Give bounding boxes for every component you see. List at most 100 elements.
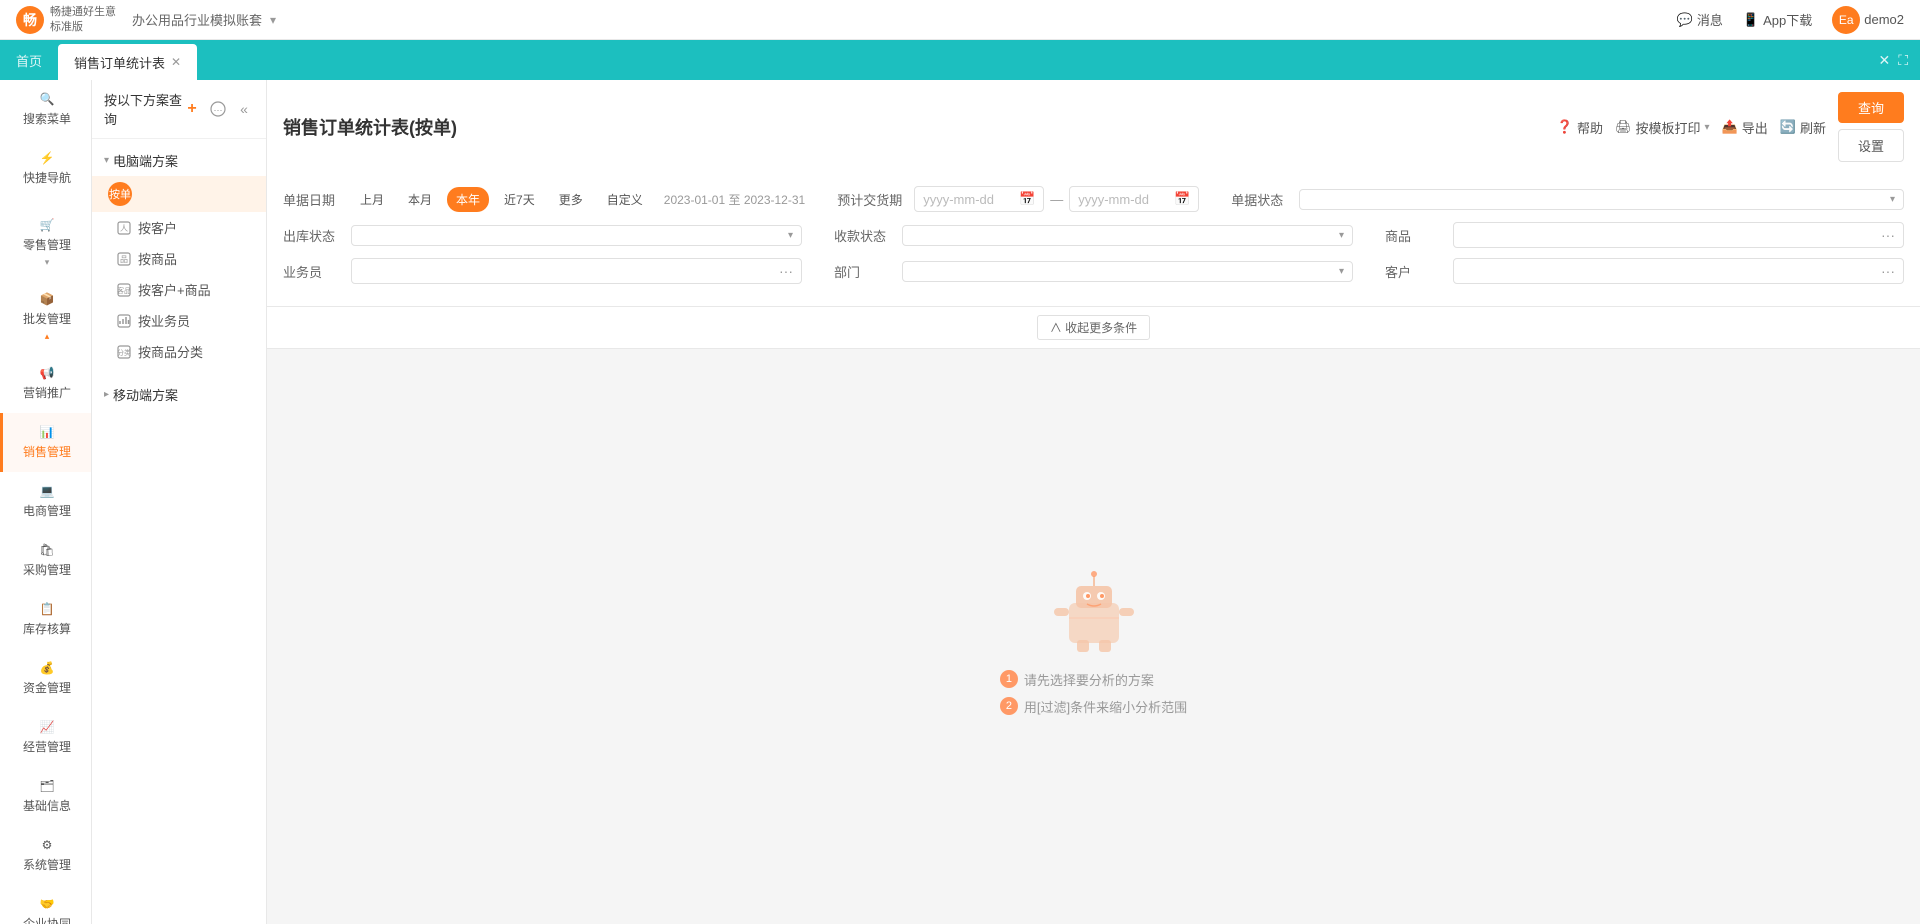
expected-date-to-input[interactable]: yyyy-mm-dd 📅 [1069, 186, 1199, 212]
sidebar-marketing-label: 营销推广 [23, 384, 71, 401]
action-buttons: 查询 设置 [1838, 92, 1904, 162]
tab-close-window-icon[interactable]: ✕ [1878, 52, 1890, 69]
customer-ellipsis-icon[interactable]: ··· [1881, 263, 1895, 279]
sidebar-item-search[interactable]: 🔍 搜索菜单 [0, 80, 91, 139]
mobile-section-arrow-icon: ▸ [104, 389, 109, 400]
query-button[interactable]: 查询 [1838, 92, 1904, 123]
product-ellipsis-icon[interactable]: ··· [1881, 227, 1895, 243]
dept-select[interactable]: ▾ [902, 261, 1353, 282]
message-button[interactable]: 💬 消息 [1677, 10, 1723, 29]
sidebar-item-quick-nav[interactable]: ⚡ 快捷导航 [0, 139, 91, 198]
logo-icon: 畅 [16, 6, 44, 34]
scheme-panel-actions: + ⋯ « [182, 99, 254, 119]
status-select[interactable]: ▾ [1299, 189, 1904, 210]
tab-close-icon[interactable]: ✕ [171, 55, 181, 69]
sales-icon: 📊 [40, 425, 55, 439]
filter-row-3: 业务员 ··· 部门 ▾ 客户 ··· [283, 258, 1904, 284]
sidebar-item-retail[interactable]: 🛒 零售管理 ▾ [0, 206, 91, 280]
refresh-button[interactable]: 🔄 刷新 [1780, 118, 1826, 137]
collapse-button[interactable]: ∧ 收起更多条件 [1037, 315, 1150, 340]
by-product-label: 按商品 [138, 249, 177, 268]
product-select[interactable]: ··· [1453, 222, 1904, 248]
operation-icon: 📈 [40, 720, 55, 734]
pc-section-arrow-icon: ▾ [104, 155, 109, 166]
by-customer-product-icon: 客品 [116, 282, 132, 298]
template-print-button[interactable]: 🖨 按模板打印 ▾ [1615, 118, 1710, 137]
ship-status-select[interactable]: ▾ [351, 225, 802, 246]
more-btn[interactable]: 更多 [550, 187, 592, 212]
scheme-collapse-button[interactable]: « [234, 99, 254, 119]
by-product-category-label: 按商品分类 [138, 342, 203, 361]
expected-date-from-input[interactable]: yyyy-mm-dd 📅 [914, 186, 1044, 212]
scheme-item-by-product-category[interactable]: 分类 按商品分类 [92, 336, 266, 367]
inventory-icon: 📋 [40, 602, 55, 616]
sidebar-search-label: 搜索菜单 [23, 110, 71, 127]
custom-btn[interactable]: 自定义 [598, 187, 652, 212]
sidebar-item-wholesale[interactable]: 📦 批发管理 ▴ [0, 280, 91, 354]
help-button[interactable]: ❓ 帮助 [1557, 118, 1603, 137]
sidebar-wholesale-label: 批发管理 [23, 310, 71, 327]
help-icon: ❓ [1557, 119, 1573, 135]
sidebar-enterprise-label: 企业协同 [23, 915, 71, 924]
collapse-bar[interactable]: ∧ 收起更多条件 [267, 307, 1920, 349]
app-download-button[interactable]: 📱 App下载 [1743, 10, 1812, 29]
scheme-section-header-pc[interactable]: ▾ 电脑端方案 [92, 145, 266, 176]
basic-icon: 🗂 [39, 779, 54, 793]
this-year-btn[interactable]: 本年 [447, 187, 489, 212]
last-7days-btn[interactable]: 近7天 [495, 187, 544, 212]
tab-home[interactable]: 首页 [0, 40, 58, 80]
last-month-btn[interactable]: 上月 [351, 187, 393, 212]
settings-button[interactable]: 设置 [1838, 129, 1904, 162]
scheme-edit-button[interactable]: ⋯ [208, 99, 228, 119]
user-area[interactable]: Ea demo2 [1832, 6, 1904, 34]
scheme-item-by-order[interactable]: 按单 [92, 176, 266, 212]
sidebar-item-operation[interactable]: 📈 经营管理 [0, 708, 91, 767]
scheme-add-button[interactable]: + [182, 99, 202, 119]
empty-hint-2: 2 用[过滤]条件来缩小分析范围 [1000, 697, 1187, 716]
system-icon: ⚙ [42, 838, 53, 852]
date-from-placeholder: yyyy-mm-dd [923, 192, 994, 207]
edit-icon: ⋯ [210, 101, 226, 117]
date-filter: 上月 本月 本年 近7天 更多 自定义 [351, 187, 652, 212]
tab-order-stat-label: 销售订单统计表 [74, 53, 165, 72]
sidebar-item-basic[interactable]: 🗂 基础信息 [0, 767, 91, 826]
this-month-btn[interactable]: 本月 [399, 187, 441, 212]
sidebar-item-ecommerce[interactable]: 💻 电商管理 [0, 472, 91, 531]
sidebar-ecommerce-label: 电商管理 [23, 502, 71, 519]
sidebar-item-system[interactable]: ⚙ 系统管理 [0, 826, 91, 885]
sidebar-item-sales[interactable]: 📊 销售管理 [0, 413, 91, 472]
scheme-item-by-customer[interactable]: 人 按客户 [92, 212, 266, 243]
sidebar-operation-label: 经营管理 [23, 738, 71, 755]
status-arrow-icon: ▾ [1890, 194, 1895, 205]
phone-icon: 📱 [1743, 12, 1759, 28]
scheme-section-header-mobile[interactable]: ▸ 移动端方案 [92, 379, 266, 410]
expected-date-label: 预计交货期 [837, 190, 902, 209]
customer-select[interactable]: ··· [1453, 258, 1904, 284]
tab-home-label: 首页 [16, 51, 42, 70]
breadcrumb-arrow-icon[interactable]: ▾ [270, 13, 276, 27]
date-range-text: 2023-01-01 至 2023-12-31 [664, 191, 805, 208]
payment-arrow-icon: ▾ [1339, 230, 1344, 241]
sidebar-item-finance[interactable]: 💰 资金管理 [0, 649, 91, 708]
tab-fullscreen-icon[interactable]: ⛶ [1898, 52, 1908, 69]
tab-order-stat[interactable]: 销售订单统计表 ✕ [58, 44, 197, 80]
main-panel: 销售订单统计表(按单) ❓ 帮助 🖨 按模板打印 ▾ 📤 [267, 80, 1920, 924]
date-separator: — [1050, 192, 1063, 207]
sidebar-item-marketing[interactable]: 📢 营销推广 [0, 354, 91, 413]
sidebar-item-enterprise[interactable]: 🤝 企业协同 [0, 885, 91, 924]
logo-area: 畅 畅捷通好生意 标准版 [16, 5, 116, 34]
scheme-item-by-customer-product[interactable]: 客品 按客户+商品 [92, 274, 266, 305]
sidebar-item-inventory[interactable]: 📋 库存核算 [0, 590, 91, 649]
by-salesperson-label: 按业务员 [138, 311, 190, 330]
salesperson-select[interactable]: ··· [351, 258, 802, 284]
payment-status-select[interactable]: ▾ [902, 225, 1353, 246]
export-button[interactable]: 📤 导出 [1722, 118, 1768, 137]
search-icon: 🔍 [40, 92, 55, 106]
scheme-item-by-salesperson[interactable]: 按业务员 [92, 305, 266, 336]
salesperson-ellipsis-icon[interactable]: ··· [779, 263, 793, 279]
hint-2-text: 用[过滤]条件来缩小分析范围 [1024, 697, 1187, 716]
export-icon: 📤 [1722, 119, 1738, 135]
top-bar-right: 💬 消息 📱 App下载 Ea demo2 [1677, 6, 1904, 34]
scheme-item-by-product[interactable]: 品 按商品 [92, 243, 266, 274]
sidebar-item-purchase[interactable]: 🛍 采购管理 [0, 531, 91, 590]
